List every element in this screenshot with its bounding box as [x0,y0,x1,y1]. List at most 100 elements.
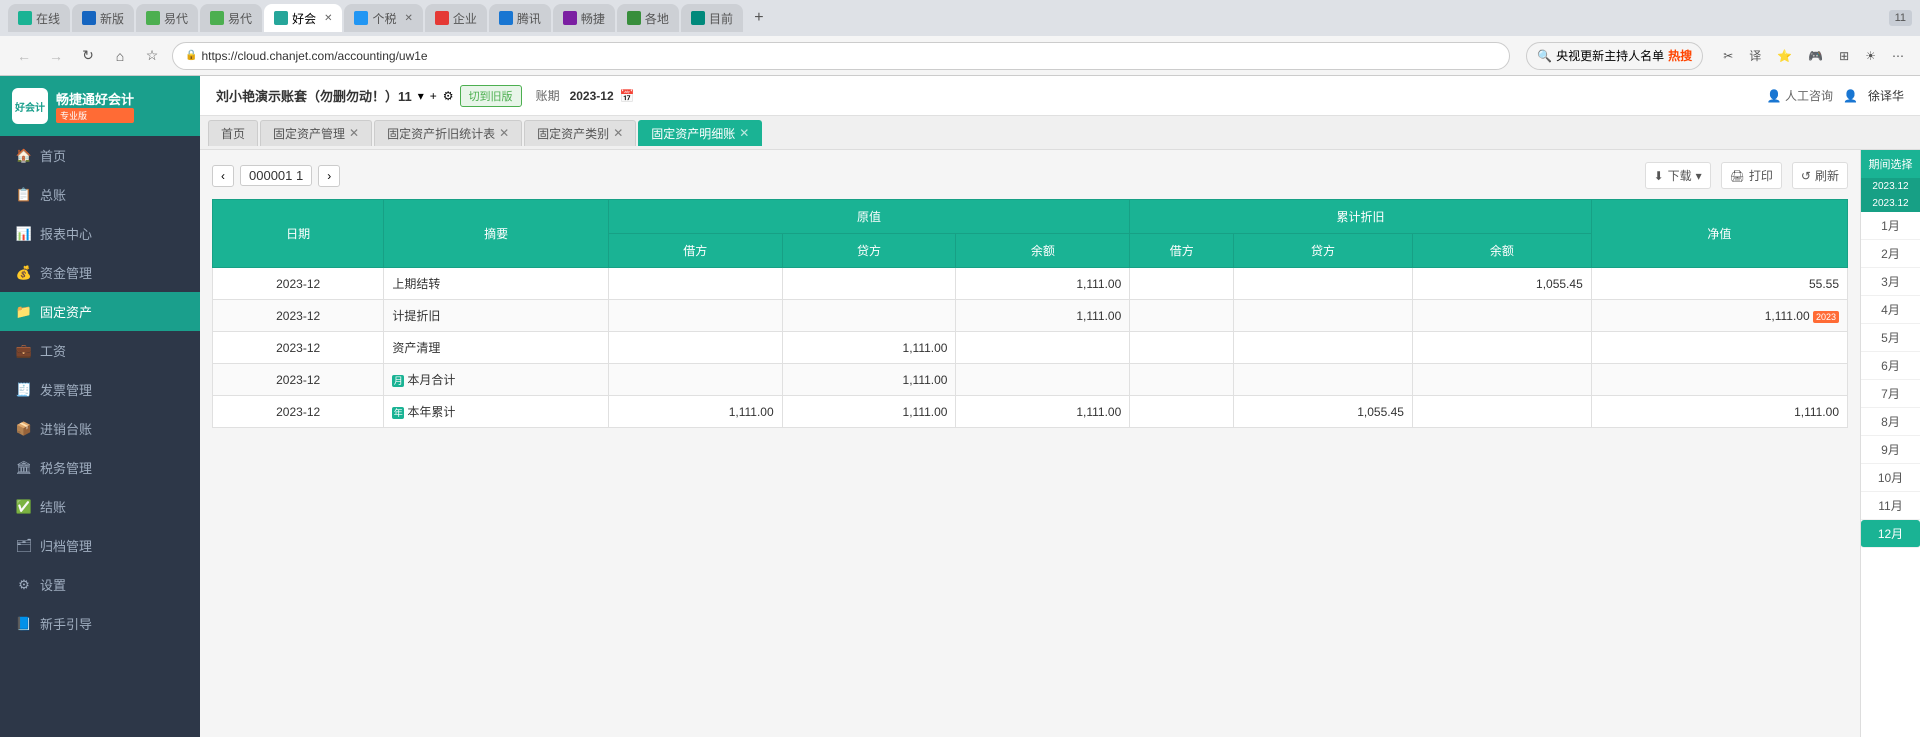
tab-home[interactable]: 首页 [208,120,258,146]
tab-fixed-assets-mgmt[interactable]: 固定资产管理 ✕ [260,120,372,146]
period-month-4[interactable]: 4月 [1861,296,1920,324]
period-month-10[interactable]: 10月 [1861,464,1920,492]
tab-close-5[interactable]: ✕ [324,13,332,24]
cell-summary-5: 年本年累计 [384,396,609,428]
sidebar-label-funds: 资金管理 [40,263,92,282]
more-btn[interactable]: ⋯ [1888,47,1908,65]
browser-tab-3[interactable]: 易代 [136,4,198,32]
browser-tab-10[interactable]: 各地 [617,4,679,32]
sidebar-item-fixed-assets[interactable]: 📁 固定资产 [0,292,200,331]
prev-record-button[interactable]: ‹ [212,165,234,187]
period-month-2[interactable]: 2月 [1861,240,1920,268]
refresh-data-button[interactable]: ↺ 刷新 [1792,162,1848,189]
sidebar-item-home[interactable]: 🏠 首页 [0,136,200,175]
cell-net-1: 55.55 [1591,268,1847,300]
tab-close-6[interactable]: ✕ [404,13,412,24]
search-icon: 🔍 [1537,49,1552,63]
data-table: 日期 摘要 原值 累计折旧 净值 借方 贷方 余额 借方 贷方 余额 [212,199,1848,428]
address-input[interactable]: 🔒 https://cloud.chanjet.com/accounting/u… [172,42,1510,70]
subtotal-year-icon: 年 [392,407,404,419]
sidebar-item-funds[interactable]: 💰 资金管理 [0,253,200,292]
sidebar-item-tax[interactable]: 🏛 税务管理 [0,448,200,487]
browser-tab-4[interactable]: 易代 [200,4,262,32]
grid-btn[interactable]: ⊞ [1835,47,1853,65]
funds-icon: 💰 [16,265,32,281]
calendar-icon[interactable]: 📅 [620,89,635,103]
search-box[interactable]: 🔍 央视更新主持人名单 热搜 [1526,42,1703,70]
col-header-original-value: 原值 [608,200,1129,234]
period-month-12[interactable]: 12月 [1861,520,1920,548]
tab-asset-detail[interactable]: 固定资产明细账 ✕ [638,120,762,146]
sidebar-item-payroll[interactable]: 💼 工资 [0,331,200,370]
dropdown-arrow-icon[interactable]: ▾ [418,89,424,103]
forward-button[interactable]: → [44,44,68,68]
tab-close-asset-detail[interactable]: ✕ [739,126,749,140]
cell-dep-balance-4 [1412,364,1591,396]
period-month-9[interactable]: 9月 [1861,436,1920,464]
tab-asset-category[interactable]: 固定资产类别 ✕ [524,120,636,146]
sidebar-item-inventory[interactable]: 📦 进销台账 [0,409,200,448]
period-month-6[interactable]: 6月 [1861,352,1920,380]
download-button[interactable]: ⬇ 下载 ▾ [1645,162,1711,189]
sidebar-label-guide: 新手引导 [40,614,92,633]
game-btn[interactable]: 🎮 [1804,47,1827,65]
bookmark-button[interactable]: ☆ [140,44,164,68]
star-btn[interactable]: ⭐ [1773,47,1796,65]
period-date-1: 2023.12 [1861,178,1920,195]
refresh-button[interactable]: ↻ [76,44,100,68]
sidebar-item-ledger[interactable]: 📋 总账 [0,175,200,214]
sidebar-item-close[interactable]: ✅ 结账 [0,487,200,526]
home-button[interactable]: ⌂ [108,44,132,68]
print-button[interactable]: 🖨 打印 [1721,162,1782,189]
sun-btn[interactable]: ☀ [1861,47,1880,65]
browser-tab-1[interactable]: 在线 [8,4,70,32]
switch-to-old-button[interactable]: 切到旧版 [460,85,522,107]
cell-dep-balance-3 [1412,332,1591,364]
tab-close-depreciation-stats[interactable]: ✕ [499,126,509,140]
browser-tab-8[interactable]: 腾讯 [489,4,551,32]
sidebar-item-reports[interactable]: 📊 报表中心 [0,214,200,253]
back-button[interactable]: ← [12,44,36,68]
browser-tab-2[interactable]: 新版 [72,4,134,32]
sidebar-item-settings[interactable]: ⚙ 设置 [0,565,200,604]
page-tabs: 首页 固定资产管理 ✕ 固定资产折旧统计表 ✕ 固定资产类别 ✕ 固定资产明细账… [200,116,1920,150]
next-record-button[interactable]: › [318,165,340,187]
tab-favicon-9 [563,11,577,25]
period-month-8[interactable]: 8月 [1861,408,1920,436]
scissors-btn[interactable]: ✂ [1719,47,1737,65]
sidebar-nav: 🏠 首页 📋 总账 📊 报表中心 💰 资金管理 📁 固定资产 💼 工资 [0,136,200,737]
cell-net-2: 1,111.00 2023 [1591,300,1847,332]
period-month-7[interactable]: 7月 [1861,380,1920,408]
sidebar-item-invoices[interactable]: 🧾 发票管理 [0,370,200,409]
sidebar-item-guide[interactable]: 📘 新手引导 [0,604,200,643]
sidebar-item-archive[interactable]: 🗂 归档管理 [0,526,200,565]
period-month-1[interactable]: 1月 [1861,212,1920,240]
translate-btn[interactable]: 译 [1745,45,1765,66]
tab-close-asset-category[interactable]: ✕ [613,126,623,140]
cell-orig-debit-4 [608,364,782,396]
support-button[interactable]: 👤 人工咨询 [1767,87,1833,104]
download-chevron-icon: ▾ [1696,169,1702,183]
period-month-3[interactable]: 3月 [1861,268,1920,296]
browser-tab-5[interactable]: 好会 ✕ [264,4,342,32]
period-month-11[interactable]: 11月 [1861,492,1920,520]
sidebar-header: 好会计 畅捷通好会计 专业版 [0,76,200,136]
settings-icon[interactable]: ⚙ [443,89,454,103]
browser-tab-7[interactable]: 企业 [425,4,487,32]
tab-extras: 11 [1889,10,1912,26]
tab-fixed-assets-mgmt-label: 固定资产管理 [273,125,345,142]
browser-tab-6[interactable]: 个税 ✕ [344,4,422,32]
browser-tab-9[interactable]: 畅捷 [553,4,615,32]
col-header-date: 日期 [213,200,384,268]
new-tab-button[interactable]: + [745,4,773,32]
period-month-5[interactable]: 5月 [1861,324,1920,352]
tab-close-fixed-assets-mgmt[interactable]: ✕ [349,126,359,140]
cell-orig-credit-2 [782,300,956,332]
subtotal-icon: 月 [392,375,404,387]
cell-orig-balance-5: 1,111.00 [956,396,1130,428]
add-company-button[interactable]: + [430,89,437,103]
tab-depreciation-stats[interactable]: 固定资产折旧统计表 ✕ [374,120,522,146]
page-indicator[interactable]: 000001 1 [240,165,312,186]
cell-orig-debit-1 [608,268,782,300]
browser-tab-11[interactable]: 目前 [681,4,743,32]
